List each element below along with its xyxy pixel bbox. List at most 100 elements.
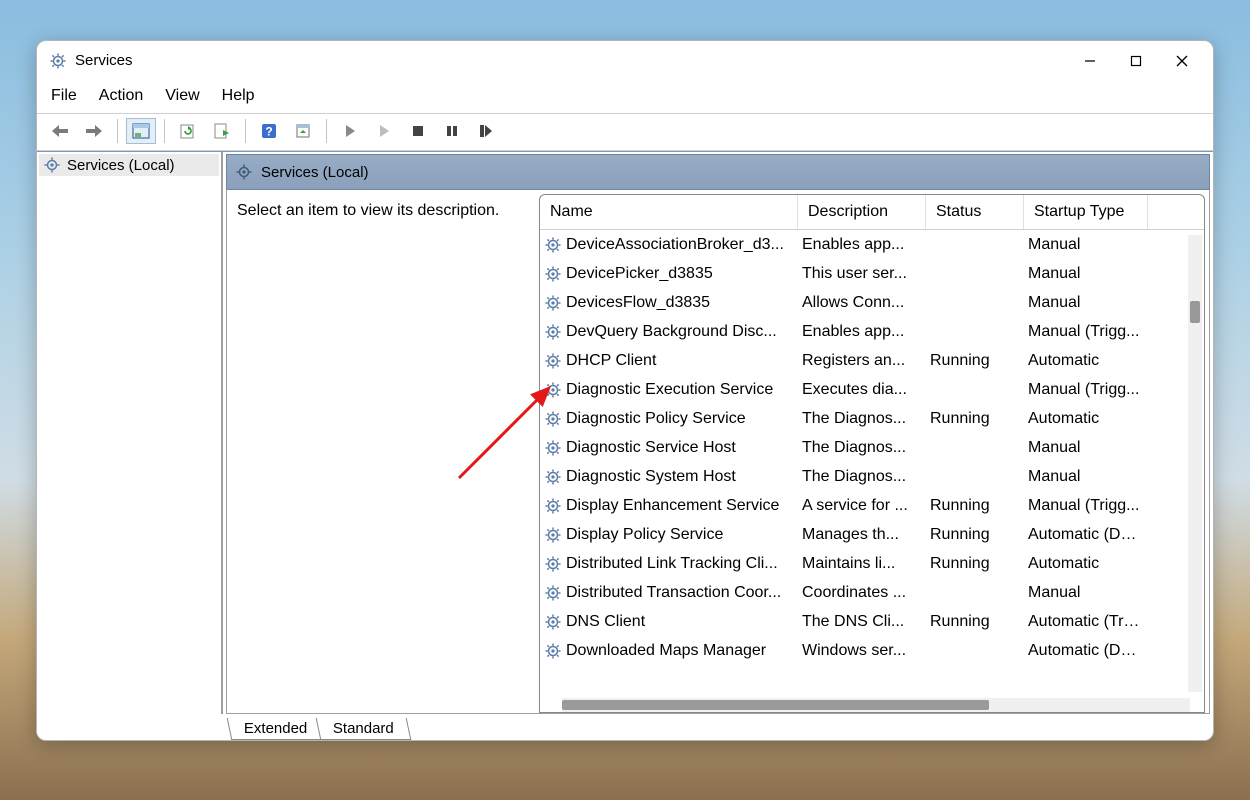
service-name: DevicesFlow_d3835 [566,294,710,312]
nav-tree: Services (Local) [37,152,223,714]
service-name: DevicePicker_d3835 [566,265,713,283]
service-row[interactable]: DNS Client The DNS Cli...RunningAutomatic… [540,607,1204,636]
service-name: Diagnostic Execution Service [566,381,773,399]
gear-icon [544,265,562,283]
col-name[interactable]: Name [540,195,798,229]
gear-icon [544,323,562,341]
restart-service-button[interactable] [471,118,501,144]
gear-icon [544,555,562,573]
service-row[interactable]: Diagnostic Service HostThe Diagnos...Man… [540,433,1204,462]
service-startup: Manual [1024,294,1148,312]
service-desc: Allows Conn... [798,294,926,312]
menu-action[interactable]: Action [99,87,143,105]
service-row[interactable]: Diagnostic System HostThe Diagnos...Manu… [540,462,1204,491]
gear-icon [544,410,562,428]
service-startup: Automatic [1024,555,1148,573]
service-row[interactable]: Diagnostic Policy ServiceThe Diagnos...R… [540,404,1204,433]
pause-service-button[interactable] [437,118,467,144]
view-tabs: Extended Standard [37,714,1213,740]
service-row[interactable]: Diagnostic Execution Service Executes dia… [540,375,1204,404]
service-desc: Windows ser... [798,642,926,660]
service-name: Diagnostic System Host [566,468,736,486]
service-status: Running [926,410,1024,428]
titlebar: Services [37,41,1213,81]
service-name: Distributed Link Tracking Cli... [566,555,778,573]
services-list: Name Description Status Startup Type Dev… [539,194,1205,713]
svg-text:?: ? [265,125,272,139]
service-startup: Automatic (Tri... [1024,613,1148,631]
help-button[interactable]: ? [254,118,284,144]
col-description[interactable]: Description [798,195,926,229]
service-status: Running [926,526,1024,544]
toolbar: ? [37,113,1213,151]
service-row[interactable]: Downloaded Maps ManagerWindows ser...Aut… [540,636,1204,665]
service-desc: Executes dia... [798,381,926,399]
service-desc: The Diagnos... [798,468,926,486]
content-pane: Services (Local) Select an item to view … [223,152,1213,714]
service-row[interactable]: DevicePicker_d3835This user ser...Manual [540,259,1204,288]
gear-icon [235,163,253,181]
col-status[interactable]: Status [926,195,1024,229]
properties-button[interactable] [288,118,318,144]
service-row[interactable]: Display Enhancement ServiceA service for… [540,491,1204,520]
start-service-button[interactable] [335,118,365,144]
close-button[interactable] [1159,45,1205,77]
list-header: Name Description Status Startup Type [540,195,1204,230]
service-startup: Manual [1024,439,1148,457]
tab-extended[interactable]: Extended [227,718,325,740]
export-list-button[interactable] [207,118,237,144]
stop-service-button[interactable] [403,118,433,144]
minimize-button[interactable] [1067,45,1113,77]
service-row[interactable]: Distributed Transaction Coor...Coordinat… [540,578,1204,607]
service-status: Running [926,613,1024,631]
menu-file[interactable]: File [51,87,77,105]
start-disabled-button[interactable] [369,118,399,144]
service-row[interactable]: Display Policy ServiceManages th...Runni… [540,520,1204,549]
service-row[interactable]: DeviceAssociationBroker_d3...Enables app… [540,230,1204,259]
service-desc: The DNS Cli... [798,613,926,631]
window-title: Services [75,52,133,69]
maximize-button[interactable] [1113,45,1159,77]
menu-view[interactable]: View [165,87,199,105]
gear-icon [544,294,562,312]
service-row[interactable]: Distributed Link Tracking Cli... Maintain… [540,549,1204,578]
nav-services-local[interactable]: Services (Local) [39,154,219,176]
services-window: Services File Action View Help ? Se [36,40,1214,741]
gear-icon [544,497,562,515]
service-status: Running [926,352,1024,370]
service-name: DNS Client [566,613,645,631]
service-desc: The Diagnos... [798,439,926,457]
service-startup: Manual [1024,584,1148,602]
pane-title: Services (Local) [261,164,369,181]
menu-help[interactable]: Help [222,87,255,105]
service-startup: Automatic [1024,352,1148,370]
service-name: Display Enhancement Service [566,497,779,515]
nav-label: Services (Local) [67,157,175,174]
refresh-button[interactable] [173,118,203,144]
gear-icon [544,526,562,544]
service-status: Running [926,555,1024,573]
gear-icon [43,156,61,174]
show-hide-tree-button[interactable] [126,118,156,144]
forward-button[interactable] [79,118,109,144]
description-panel: Select an item to view its description. [227,190,539,713]
service-row[interactable]: DevicesFlow_d3835 Allows Conn... Manual [540,288,1204,317]
vertical-scrollbar[interactable] [1188,235,1202,692]
service-name: DeviceAssociationBroker_d3... [566,236,784,254]
service-row[interactable]: DevQuery Background Disc...Enables app..… [540,317,1204,346]
service-startup: Manual (Trigg... [1024,323,1148,341]
service-desc: This user ser... [798,265,926,283]
service-row[interactable]: DHCP ClientRegisters an...RunningAutomat… [540,346,1204,375]
service-desc: Maintains li... [798,555,926,573]
gear-icon [544,642,562,660]
tab-standard[interactable]: Standard [316,718,412,740]
gear-icon [49,52,67,70]
col-startup[interactable]: Startup Type [1024,195,1148,229]
gear-icon [544,439,562,457]
service-desc: Registers an... [798,352,926,370]
gear-icon [544,381,562,399]
back-button[interactable] [45,118,75,144]
horizontal-scrollbar[interactable] [562,698,1190,712]
service-startup: Manual [1024,236,1148,254]
main-area: Services (Local) Services (Local) Select… [37,151,1213,714]
